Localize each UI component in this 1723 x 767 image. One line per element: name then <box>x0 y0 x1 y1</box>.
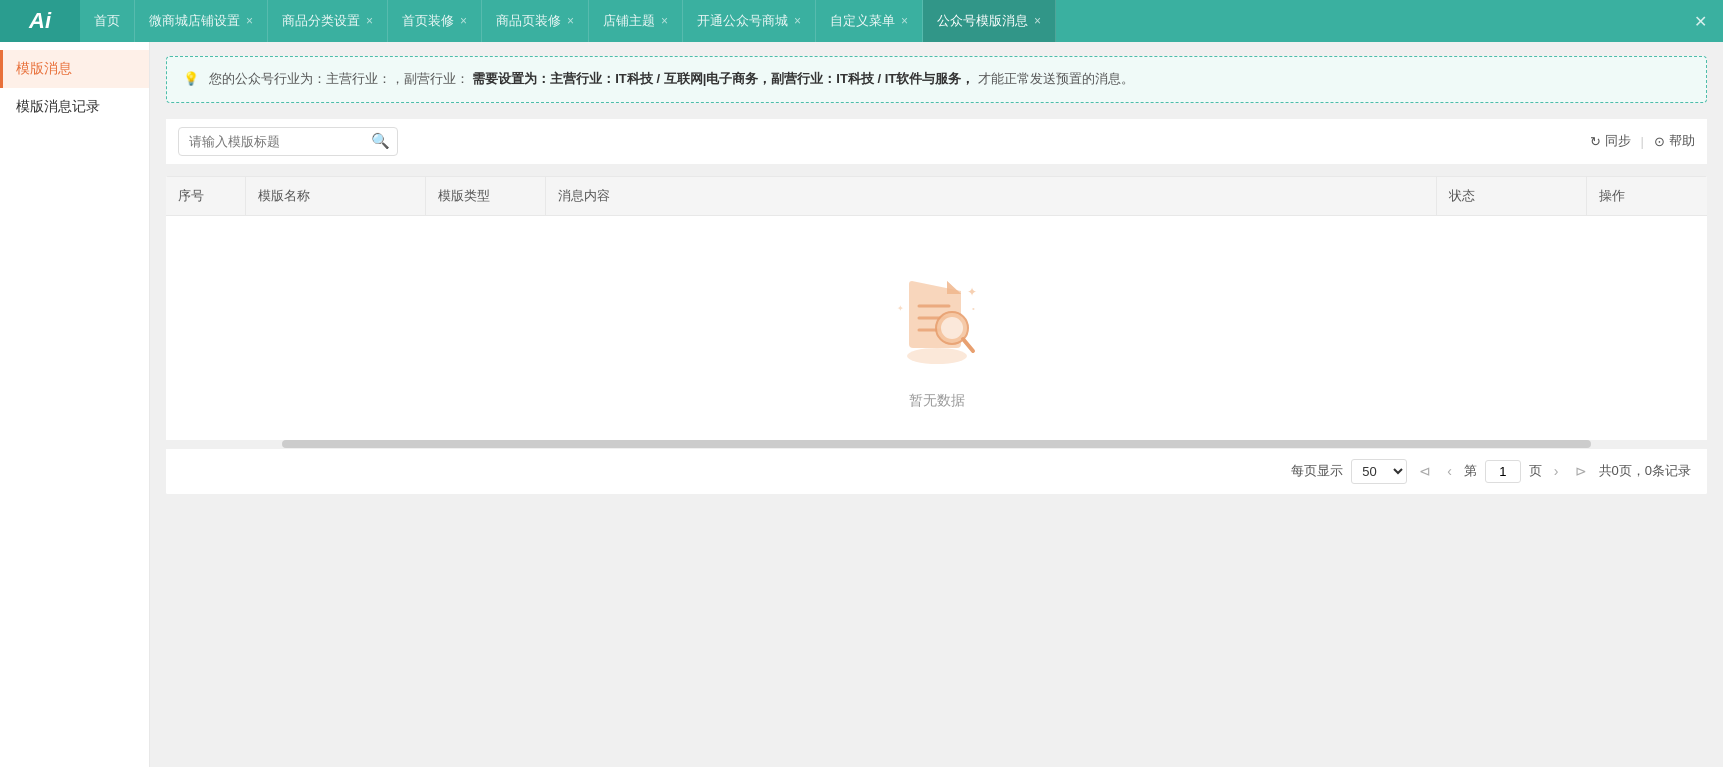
help-button[interactable]: ⊙ 帮助 <box>1654 132 1695 150</box>
col-name: 模版名称 <box>246 177 426 215</box>
help-icon: ⊙ <box>1654 134 1665 149</box>
search-input-wrapper: 🔍 <box>178 127 398 156</box>
empty-illustration: ✦ ✦ • <box>877 256 997 376</box>
sidebar-item-template-message-log[interactable]: 模版消息记录 <box>0 88 149 126</box>
sync-label: 同步 <box>1605 132 1631 150</box>
content-area: 💡 您的公众号行业为：主营行业：，副营行业： 需要设置为：主营行业：IT科技 /… <box>150 42 1723 767</box>
notice-prefix: 您的公众号行业为：主营行业：，副营行业： <box>209 71 469 86</box>
col-serial: 序号 <box>166 177 246 215</box>
toolbar-divider: | <box>1641 134 1644 149</box>
close-icon[interactable]: × <box>901 14 908 28</box>
col-status: 状态 <box>1437 177 1587 215</box>
sidebar: 模版消息 模版消息记录 <box>0 42 150 767</box>
close-icon[interactable]: × <box>794 14 801 28</box>
close-icon[interactable]: × <box>567 14 574 28</box>
close-icon[interactable]: × <box>1034 14 1041 28</box>
tab-product-decoration-label: 商品页装修 <box>496 12 561 30</box>
pagination: 每页显示 50 20 100 ⊲ ‹ 第 页 › ⊳ 共0页，0条记录 <box>166 448 1707 494</box>
svg-line-6 <box>963 339 973 351</box>
notice-icon: 💡 <box>183 71 199 86</box>
table-wrapper: 序号 模版名称 模版类型 消息内容 状态 操作 <box>166 176 1707 494</box>
notice-box: 💡 您的公众号行业为：主营行业：，副营行业： 需要设置为：主营行业：IT科技 /… <box>166 56 1707 103</box>
sidebar-item-template-message-log-label: 模版消息记录 <box>16 98 100 114</box>
search-bar: 🔍 ↻ 同步 | ⊙ 帮助 <box>166 119 1707 164</box>
close-all-button[interactable]: ✕ <box>1678 12 1723 31</box>
tab-shop-settings[interactable]: 微商城店铺设置 × <box>135 0 268 42</box>
notice-suffix: 才能正常发送预置的消息。 <box>978 71 1134 86</box>
close-icon[interactable]: × <box>460 14 467 28</box>
close-icon[interactable]: × <box>366 14 373 28</box>
table-header: 序号 模版名称 模版类型 消息内容 状态 操作 <box>166 176 1707 216</box>
toolbar-right: ↻ 同步 | ⊙ 帮助 <box>1590 132 1695 150</box>
search-button[interactable]: 🔍 <box>371 132 390 150</box>
page-size-select[interactable]: 50 20 100 <box>1351 459 1407 484</box>
main-layout: 模版消息 模版消息记录 💡 您的公众号行业为：主营行业：，副营行业： 需要设置为… <box>0 42 1723 767</box>
sync-icon: ↻ <box>1590 134 1601 149</box>
tab-product-decoration[interactable]: 商品页装修 × <box>482 0 589 42</box>
notice-highlight: 需要设置为：主营行业：IT科技 / 互联网|电子商务，副营行业：IT科技 / I… <box>472 71 974 86</box>
tab-shop-settings-label: 微商城店铺设置 <box>149 12 240 30</box>
first-page-button[interactable]: ⊲ <box>1415 461 1435 481</box>
page-input[interactable] <box>1485 460 1521 483</box>
tab-shop-theme[interactable]: 店铺主题 × <box>589 0 683 42</box>
tab-custom-menu-label: 自定义菜单 <box>830 12 895 30</box>
scroll-thumb[interactable] <box>282 440 1592 448</box>
svg-text:✦: ✦ <box>967 285 977 299</box>
svg-text:✦: ✦ <box>897 304 904 313</box>
next-page-button[interactable]: › <box>1550 461 1563 481</box>
sidebar-item-template-message-label: 模版消息 <box>16 60 72 76</box>
search-icon: 🔍 <box>371 132 390 149</box>
search-left: 🔍 <box>178 127 398 156</box>
tab-home-decoration-label: 首页装修 <box>402 12 454 30</box>
tab-category-settings[interactable]: 商品分类设置 × <box>268 0 388 42</box>
tab-category-settings-label: 商品分类设置 <box>282 12 360 30</box>
topbar: Ai 首页 微商城店铺设置 × 商品分类设置 × 首页装修 × 商品页装修 × … <box>0 0 1723 42</box>
svg-point-0 <box>907 348 967 364</box>
empty-text: 暂无数据 <box>909 392 965 410</box>
search-input[interactable] <box>178 127 398 156</box>
page-prefix-label: 第 <box>1464 462 1477 480</box>
svg-text:•: • <box>972 304 975 313</box>
tab-home[interactable]: 首页 <box>80 0 135 42</box>
tab-shop-theme-label: 店铺主题 <box>603 12 655 30</box>
total-label: 共0页，0条记录 <box>1599 462 1691 480</box>
svg-point-5 <box>941 317 963 339</box>
tab-template-msg[interactable]: 公众号模版消息 × <box>923 0 1056 42</box>
col-type: 模版类型 <box>426 177 546 215</box>
tab-home-decoration[interactable]: 首页装修 × <box>388 0 482 42</box>
empty-state: ✦ ✦ • 暂无数据 <box>166 216 1707 440</box>
close-icon[interactable]: × <box>661 14 668 28</box>
help-label: 帮助 <box>1669 132 1695 150</box>
sidebar-item-template-message[interactable]: 模版消息 <box>0 50 149 88</box>
col-action: 操作 <box>1587 177 1707 215</box>
last-page-button[interactable]: ⊳ <box>1571 461 1591 481</box>
prev-page-button[interactable]: ‹ <box>1443 461 1456 481</box>
tab-open-mall[interactable]: 开通公众号商城 × <box>683 0 816 42</box>
tab-custom-menu[interactable]: 自定义菜单 × <box>816 0 923 42</box>
scroll-track[interactable] <box>166 440 1707 448</box>
tab-open-mall-label: 开通公众号商城 <box>697 12 788 30</box>
page-size-label: 每页显示 <box>1291 462 1343 480</box>
tab-template-msg-label: 公众号模版消息 <box>937 12 1028 30</box>
close-icon[interactable]: × <box>246 14 253 28</box>
page-suffix-label: 页 <box>1529 462 1542 480</box>
tab-home-label: 首页 <box>94 12 120 30</box>
logo: Ai <box>0 0 80 42</box>
col-content: 消息内容 <box>546 177 1437 215</box>
sync-button[interactable]: ↻ 同步 <box>1590 132 1631 150</box>
